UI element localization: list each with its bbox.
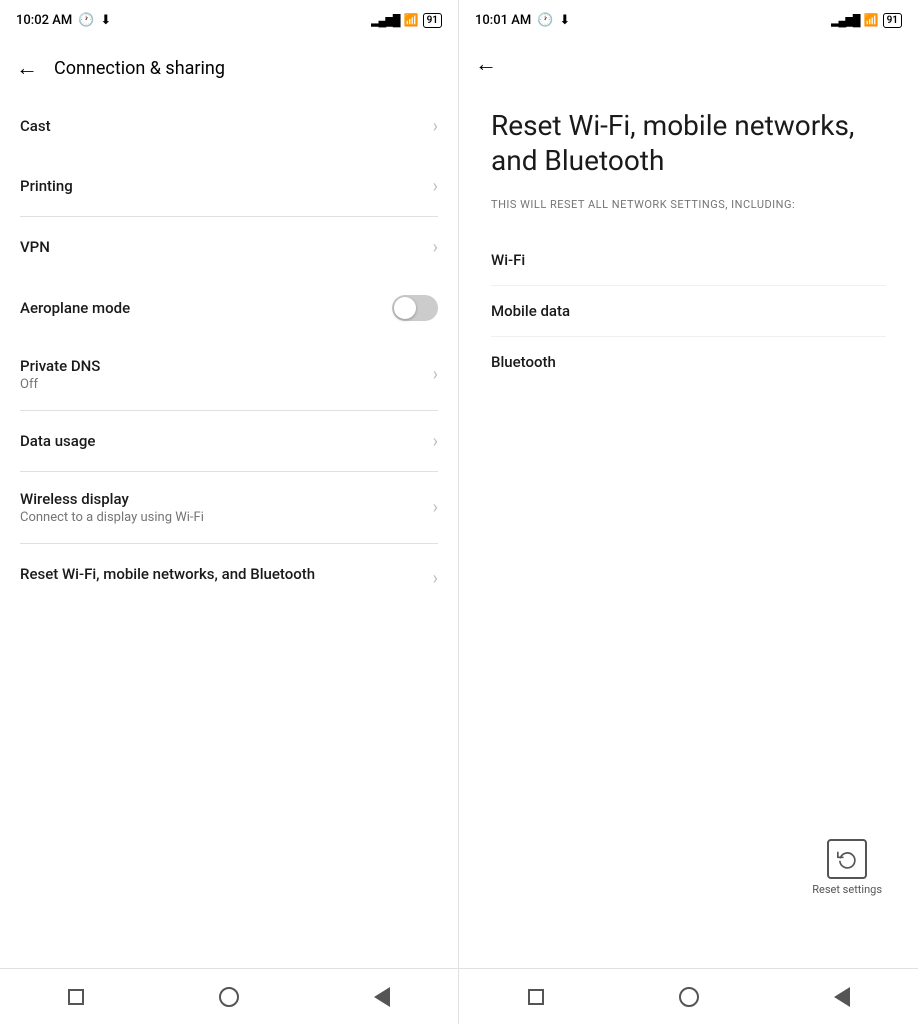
right-nav-back[interactable] <box>824 979 860 1015</box>
data-usage-title: Data usage <box>20 432 433 450</box>
left-nav-home[interactable] <box>211 979 247 1015</box>
private-dns-item[interactable]: Private DNS Off › <box>0 339 458 410</box>
vpn-title: VPN <box>20 238 433 256</box>
cast-title: Cast <box>20 117 433 135</box>
data-usage-chevron: › <box>433 431 438 452</box>
left-circle-icon <box>219 987 239 1007</box>
vpn-item[interactable]: VPN › <box>0 217 458 277</box>
right-square-icon <box>528 989 544 1005</box>
left-time: 10:02 AM <box>16 13 72 28</box>
mobile-data-label: Mobile data <box>491 302 570 320</box>
left-signal-icon: ▂▄▆█ <box>371 14 400 27</box>
reset-wifi-title: Reset Wi-Fi, mobile networks, and Blueto… <box>20 564 433 585</box>
right-status-left: 10:01 AM 🕐 ⬇ <box>475 13 570 28</box>
left-settings-list: Cast › Printing › VPN › Aeroplane mode <box>0 96 458 968</box>
wireless-display-item[interactable]: Wireless display Connect to a display us… <box>0 472 458 543</box>
wireless-display-subtitle: Connect to a display using Wi-Fi <box>20 510 433 525</box>
wireless-display-title: Wireless display <box>20 490 433 508</box>
right-time: 10:01 AM <box>475 13 531 28</box>
left-battery: 91 <box>423 13 442 28</box>
right-download-icon: ⬇ <box>559 13 570 28</box>
right-status-bar: 10:01 AM 🕐 ⬇ ▂▄▆█ 📶 91 <box>459 0 918 40</box>
left-status-bar: 10:02 AM 🕐 ⬇ ▂▄▆█ 📶 91 <box>0 0 458 40</box>
left-back-button[interactable]: ← <box>16 55 38 81</box>
private-dns-title: Private DNS <box>20 357 433 375</box>
reset-subtitle: THIS WILL RESET ALL NETWORK SETTINGS, IN… <box>491 198 886 211</box>
cast-chevron: › <box>433 116 438 137</box>
left-square-icon <box>68 989 84 1005</box>
right-nav-square[interactable] <box>518 979 554 1015</box>
reset-btn-area: Reset settings <box>796 823 898 912</box>
left-nav-square[interactable] <box>58 979 94 1015</box>
reset-settings-button[interactable] <box>827 839 867 879</box>
right-top-bar: ← <box>459 40 918 88</box>
bluetooth-label: Bluetooth <box>491 353 556 371</box>
reset-icon <box>837 849 857 869</box>
left-nav-back[interactable] <box>364 979 400 1015</box>
reset-bluetooth-item: Bluetooth <box>491 337 886 387</box>
toggle-knob <box>394 297 416 319</box>
right-signal-icon: ▂▄▆█ <box>831 14 860 27</box>
private-dns-subtitle: Off <box>20 377 433 392</box>
right-back-button[interactable]: ← <box>475 51 497 77</box>
left-wifi-icon: 📶 <box>404 13 419 27</box>
printing-chevron: › <box>433 176 438 197</box>
cast-item[interactable]: Cast › <box>0 96 458 156</box>
right-panel-inner: Reset Wi-Fi, mobile networks, and Blueto… <box>459 88 918 968</box>
left-status-left: 10:02 AM 🕐 ⬇ <box>16 13 111 28</box>
aeroplane-toggle[interactable] <box>392 295 438 321</box>
right-triangle-icon <box>834 987 850 1007</box>
right-alarm-icon: 🕐 <box>537 13 553 28</box>
right-circle-icon <box>679 987 699 1007</box>
wireless-display-chevron: › <box>433 497 438 518</box>
right-battery: 91 <box>883 13 902 28</box>
left-status-right: ▂▄▆█ 📶 91 <box>371 13 442 28</box>
reset-wifi-item: Wi-Fi <box>491 235 886 286</box>
reset-page-title: Reset Wi-Fi, mobile networks, and Blueto… <box>491 108 886 178</box>
right-nav-home[interactable] <box>671 979 707 1015</box>
left-alarm-icon: 🕐 <box>78 13 94 28</box>
reset-wifi-item[interactable]: Reset Wi-Fi, mobile networks, and Blueto… <box>0 544 458 614</box>
reset-wifi-chevron: › <box>433 568 438 589</box>
aeroplane-item[interactable]: Aeroplane mode <box>0 277 458 339</box>
right-nav-bar <box>459 968 918 1024</box>
right-wifi-icon: 📶 <box>864 13 879 27</box>
reset-settings-label: Reset settings <box>812 883 882 896</box>
right-status-right: ▂▄▆█ 📶 91 <box>831 13 902 28</box>
reset-content: Reset Wi-Fi, mobile networks, and Blueto… <box>459 88 918 407</box>
left-download-icon: ⬇ <box>100 13 111 28</box>
left-triangle-icon <box>374 987 390 1007</box>
left-page-title: Connection & sharing <box>54 58 225 79</box>
reset-mobile-data-item: Mobile data <box>491 286 886 337</box>
left-top-bar: ← Connection & sharing <box>0 40 458 96</box>
printing-item[interactable]: Printing › <box>0 156 458 216</box>
right-phone-panel: 10:01 AM 🕐 ⬇ ▂▄▆█ 📶 91 ← Reset Wi-Fi, mo… <box>459 0 918 1024</box>
data-usage-item[interactable]: Data usage › <box>0 411 458 471</box>
private-dns-chevron: › <box>433 364 438 385</box>
printing-title: Printing <box>20 177 433 195</box>
left-phone-panel: 10:02 AM 🕐 ⬇ ▂▄▆█ 📶 91 ← Connection & sh… <box>0 0 459 1024</box>
wifi-label: Wi-Fi <box>491 251 525 269</box>
aeroplane-title: Aeroplane mode <box>20 299 392 317</box>
vpn-chevron: › <box>433 237 438 258</box>
left-nav-bar <box>0 968 458 1024</box>
